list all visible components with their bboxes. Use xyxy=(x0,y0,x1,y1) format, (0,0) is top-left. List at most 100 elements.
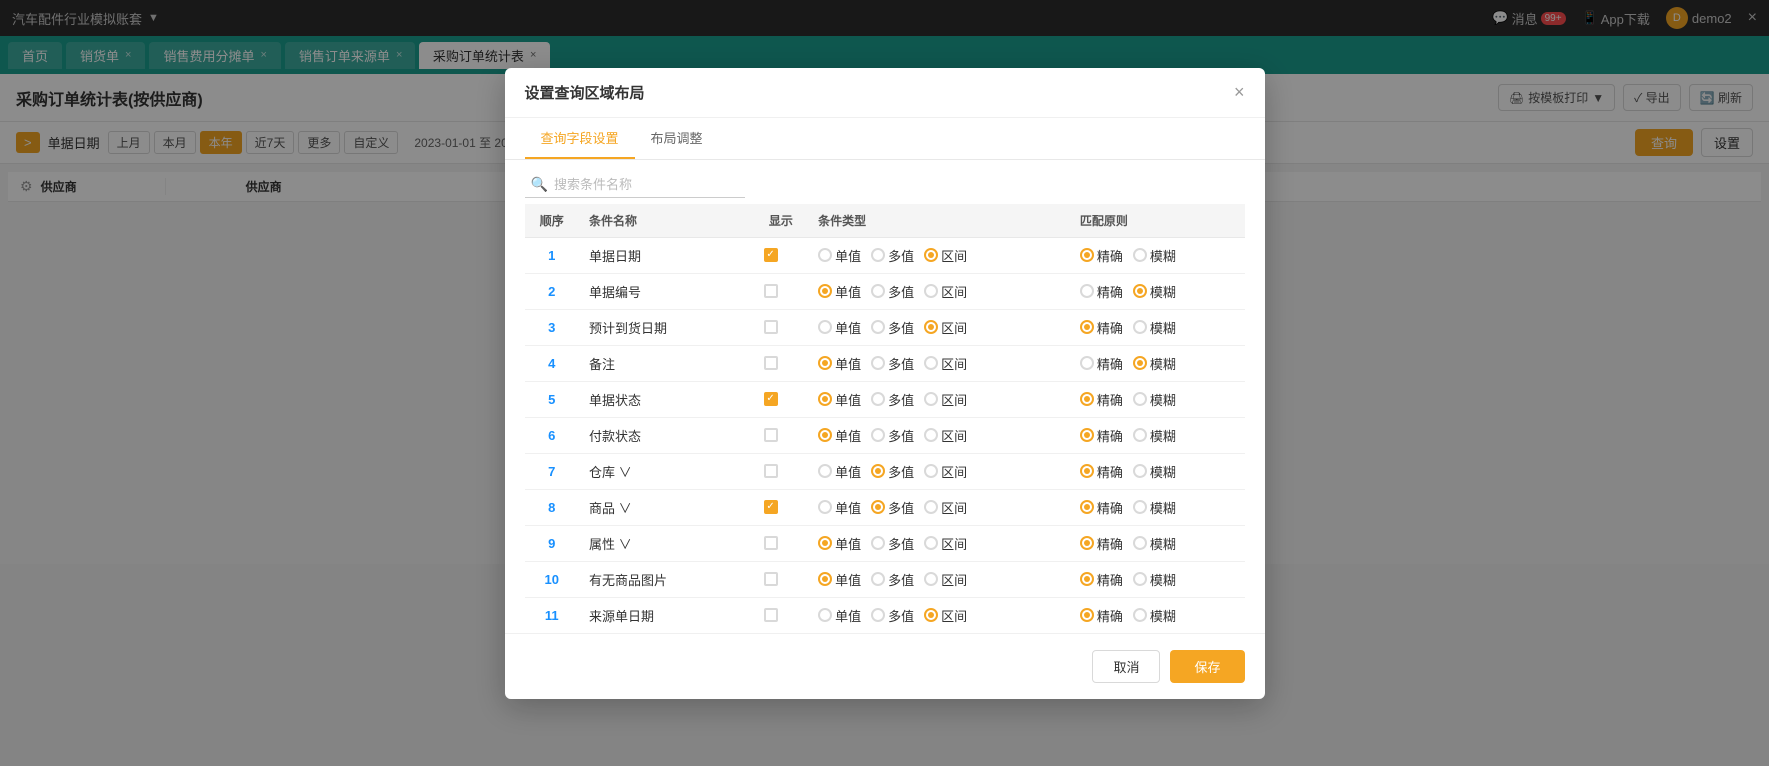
row-checkbox[interactable] xyxy=(764,284,778,298)
match-radio-item[interactable]: 模糊 xyxy=(1133,318,1176,337)
row-order: 8 xyxy=(525,489,580,525)
match-radio-item[interactable]: 精确 xyxy=(1080,390,1123,409)
type-radio-group: 单值多值区间 xyxy=(818,318,1060,337)
radio-circle xyxy=(871,392,885,406)
match-radio-item[interactable]: 精确 xyxy=(1080,534,1123,553)
type-radio-item[interactable]: 单值 xyxy=(818,318,861,337)
match-radio-item[interactable]: 模糊 xyxy=(1133,354,1176,373)
type-radio-item[interactable]: 单值 xyxy=(818,390,861,409)
type-radio-item[interactable]: 单值 xyxy=(818,282,861,301)
table-row: 5单据状态单值多值区间精确模糊 xyxy=(525,381,1245,417)
type-radio-item[interactable]: 单值 xyxy=(818,534,861,553)
type-radio-item[interactable]: 多值 xyxy=(871,318,914,337)
match-radio-item[interactable]: 精确 xyxy=(1080,606,1123,625)
type-radio-item[interactable]: 区间 xyxy=(924,462,967,481)
table-row: 7仓库 ∨单值多值区间精确模糊 xyxy=(525,453,1245,489)
radio-circle xyxy=(1080,428,1094,442)
radio-circle xyxy=(818,356,832,370)
type-radio-item[interactable]: 区间 xyxy=(924,606,967,625)
type-radio-item[interactable]: 区间 xyxy=(924,534,967,553)
radio-circle xyxy=(1133,536,1147,550)
search-box: 🔍 xyxy=(525,172,745,198)
match-radio-item[interactable]: 模糊 xyxy=(1133,462,1176,481)
type-radio-item[interactable]: 单值 xyxy=(818,426,861,445)
match-radio-group: 精确模糊 xyxy=(1080,282,1235,301)
match-radio-item[interactable]: 精确 xyxy=(1080,462,1123,481)
radio-circle xyxy=(818,608,832,622)
cancel-button[interactable]: 取消 xyxy=(1092,650,1160,683)
save-button[interactable]: 保存 xyxy=(1170,650,1244,683)
match-radio-item[interactable]: 精确 xyxy=(1080,282,1123,301)
type-radio-item[interactable]: 区间 xyxy=(924,570,967,589)
radio-circle xyxy=(1080,392,1094,406)
type-radio-item[interactable]: 多值 xyxy=(871,354,914,373)
search-input[interactable] xyxy=(554,177,739,192)
type-radio-item[interactable]: 区间 xyxy=(924,246,967,265)
type-radio-item[interactable]: 多值 xyxy=(871,570,914,589)
type-radio-item[interactable]: 多值 xyxy=(871,534,914,553)
row-checkbox[interactable] xyxy=(764,428,778,442)
row-checkbox[interactable] xyxy=(764,536,778,550)
row-checkbox[interactable] xyxy=(764,500,778,514)
row-checkbox[interactable] xyxy=(764,464,778,478)
type-radio-item[interactable]: 多值 xyxy=(871,498,914,517)
table-row: 2单据编号单值多值区间精确模糊 xyxy=(525,273,1245,309)
type-radio-item[interactable]: 区间 xyxy=(924,282,967,301)
type-radio-item[interactable]: 区间 xyxy=(924,390,967,409)
type-radio-item[interactable]: 区间 xyxy=(924,426,967,445)
type-radio-item[interactable]: 单值 xyxy=(818,570,861,589)
row-checkbox-cell xyxy=(754,597,809,633)
type-radio-item[interactable]: 区间 xyxy=(924,318,967,337)
type-radio-item[interactable]: 单值 xyxy=(818,498,861,517)
type-radio-item[interactable]: 多值 xyxy=(871,606,914,625)
radio-circle xyxy=(871,284,885,298)
match-radio-item[interactable]: 精确 xyxy=(1080,318,1123,337)
radio-circle xyxy=(871,248,885,262)
match-radio-item[interactable]: 精确 xyxy=(1080,570,1123,589)
match-radio-item[interactable]: 模糊 xyxy=(1133,246,1176,265)
type-radio-item[interactable]: 多值 xyxy=(871,426,914,445)
dialog-tab-query-fields[interactable]: 查询字段设置 xyxy=(525,118,635,159)
type-radio-item[interactable]: 多值 xyxy=(871,462,914,481)
type-radio-item[interactable]: 多值 xyxy=(871,390,914,409)
row-checkbox[interactable] xyxy=(764,392,778,406)
type-radio-item[interactable]: 区间 xyxy=(924,354,967,373)
type-radio-item[interactable]: 区间 xyxy=(924,498,967,517)
row-name: 单据编号 xyxy=(579,273,754,309)
row-checkbox[interactable] xyxy=(764,248,778,262)
type-radio-group: 单值多值区间 xyxy=(818,498,1060,517)
match-radio-item[interactable]: 模糊 xyxy=(1133,282,1176,301)
match-radio-item[interactable]: 模糊 xyxy=(1133,570,1176,589)
match-radio-item[interactable]: 精确 xyxy=(1080,426,1123,445)
row-checkbox[interactable] xyxy=(764,608,778,622)
match-radio-item[interactable]: 模糊 xyxy=(1133,498,1176,517)
type-radio-item[interactable]: 单值 xyxy=(818,354,861,373)
match-radio-item[interactable]: 精确 xyxy=(1080,354,1123,373)
type-radio-item[interactable]: 多值 xyxy=(871,246,914,265)
row-match-cell: 精确模糊 xyxy=(1070,417,1245,453)
type-radio-group: 单值多值区间 xyxy=(818,390,1060,409)
row-type-cell: 单值多值区间 xyxy=(808,453,1070,489)
type-radio-item[interactable]: 多值 xyxy=(871,282,914,301)
radio-circle xyxy=(871,608,885,622)
dialog-close-button[interactable]: × xyxy=(1234,82,1245,103)
row-name: 仓库 ∨ xyxy=(579,453,754,489)
type-radio-item[interactable]: 单值 xyxy=(818,462,861,481)
type-radio-item[interactable]: 单值 xyxy=(818,246,861,265)
match-radio-item[interactable]: 精确 xyxy=(1080,246,1123,265)
type-radio-item[interactable]: 单值 xyxy=(818,606,861,625)
dialog-tab-layout[interactable]: 布局调整 xyxy=(635,118,719,159)
row-checkbox[interactable] xyxy=(764,320,778,334)
row-checkbox-cell xyxy=(754,561,809,597)
match-radio-item[interactable]: 模糊 xyxy=(1133,606,1176,625)
table-row: 6付款状态单值多值区间精确模糊 xyxy=(525,417,1245,453)
row-checkbox[interactable] xyxy=(764,572,778,586)
match-radio-item[interactable]: 模糊 xyxy=(1133,426,1176,445)
match-radio-group: 精确模糊 xyxy=(1080,534,1235,553)
match-radio-item[interactable]: 精确 xyxy=(1080,498,1123,517)
match-radio-item[interactable]: 模糊 xyxy=(1133,390,1176,409)
match-radio-item[interactable]: 模糊 xyxy=(1133,534,1176,553)
row-checkbox[interactable] xyxy=(764,356,778,370)
radio-circle xyxy=(818,284,832,298)
row-order: 1 xyxy=(525,237,580,273)
